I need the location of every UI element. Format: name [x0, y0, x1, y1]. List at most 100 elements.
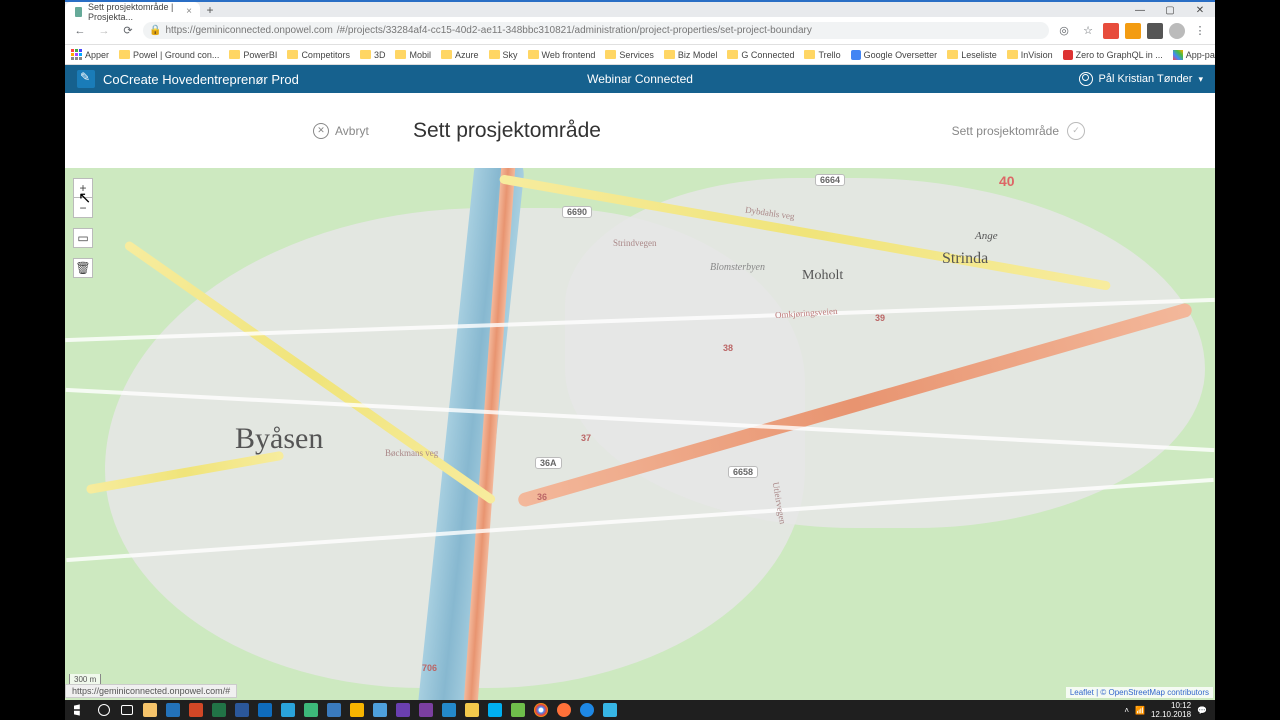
browser-status-bar: https://geminiconnected.onpowel.com/#	[65, 684, 237, 698]
system-tray[interactable]: ˄ 📶 10:12 12.10.2018 💬	[1124, 701, 1211, 719]
delete-button[interactable]: 🗑	[73, 258, 93, 278]
profile-avatar[interactable]	[1169, 23, 1185, 39]
chrome-menu-button[interactable]: ⋮	[1191, 22, 1209, 40]
road-shield: 706	[418, 663, 441, 673]
taskbar-app[interactable]	[230, 700, 253, 720]
road-shield: 39	[871, 313, 889, 323]
taskbar-app[interactable]	[598, 700, 621, 720]
extension-icon-2[interactable]	[1125, 23, 1141, 39]
tray-network-icon[interactable]: 📶	[1135, 706, 1145, 715]
nav-back-button[interactable]: ←	[71, 22, 89, 40]
nav-reload-button[interactable]: ⟳	[119, 22, 137, 40]
map-tiles[interactable]: Byåsen Moholt Strinda Ange Blomsterbyen …	[65, 168, 1215, 700]
tab-favicon	[75, 7, 82, 17]
bookmark-item[interactable]: PowerBI	[229, 50, 277, 60]
taskbar-app[interactable]	[253, 700, 276, 720]
app-title: CoCreate Hovedentreprenør Prod	[103, 72, 299, 87]
draw-rectangle-button[interactable]: ▭	[73, 228, 93, 248]
taskbar-app[interactable]	[391, 700, 414, 720]
new-tab-button[interactable]: +	[200, 2, 220, 17]
bookmark-item[interactable]: Google Oversetter	[851, 50, 938, 60]
zoom-out-button[interactable]: −	[73, 198, 93, 218]
extension-icon-3[interactable]	[1147, 23, 1163, 39]
taskbar-app[interactable]	[368, 700, 391, 720]
taskbar-app[interactable]	[506, 700, 529, 720]
header-center-label: Webinar Connected	[587, 72, 693, 86]
taskbar-clock[interactable]: 10:12 12.10.2018	[1151, 701, 1191, 719]
taskbar-app[interactable]	[184, 700, 207, 720]
taskbar-app[interactable]	[552, 700, 575, 720]
bookmark-item[interactable]: 3D	[360, 50, 386, 60]
taskbar-app[interactable]	[414, 700, 437, 720]
bookmark-apps[interactable]: Apper	[71, 49, 109, 60]
road-shield: 36A	[535, 457, 562, 469]
map-controls: + − ▭ 🗑	[73, 178, 93, 278]
task-view-button[interactable]	[115, 700, 138, 720]
url-path: /#/projects/33284af4-cc15-40d2-ae11-348b…	[337, 25, 812, 36]
road-shield: 37	[577, 433, 595, 443]
taskbar-app[interactable]	[575, 700, 598, 720]
bookmark-item[interactable]: Web frontend	[528, 50, 596, 60]
road-shield: 6658	[728, 466, 758, 478]
taskbar-app[interactable]	[345, 700, 368, 720]
taskbar-app[interactable]	[460, 700, 483, 720]
road-shield: 38	[719, 343, 737, 353]
url-input[interactable]: 🔒 https://geminiconnected.onpowel.com/#/…	[143, 22, 1049, 39]
bookmark-item[interactable]: Leseliste	[947, 50, 997, 60]
close-circle-icon: ✕	[313, 123, 329, 139]
app-logo-icon	[77, 70, 95, 88]
bookmark-item[interactable]: Zero to GraphQL in ...	[1063, 50, 1163, 60]
road-shield: 6690	[562, 206, 592, 218]
taskbar-app[interactable]	[161, 700, 184, 720]
bookmark-item[interactable]: Biz Model	[664, 50, 718, 60]
zoom-in-button[interactable]: +	[73, 178, 93, 198]
bookmark-item[interactable]: Competitors	[287, 50, 350, 60]
taskbar-app[interactable]	[483, 700, 506, 720]
taskbar-app[interactable]	[138, 700, 161, 720]
leaflet-link[interactable]: Leaflet	[1070, 688, 1094, 697]
notifications-icon[interactable]: 💬	[1197, 706, 1207, 715]
taskbar-app[interactable]	[276, 700, 299, 720]
site-info-icon[interactable]: ◎	[1055, 22, 1073, 40]
confirm-button[interactable]: Sett prosjektområde ✓	[952, 122, 1085, 140]
cancel-button[interactable]: ✕ Avbryt	[313, 123, 369, 139]
bookmark-item[interactable]: Trello	[804, 50, 840, 60]
taskbar-app[interactable]	[322, 700, 345, 720]
tab-close-icon[interactable]: ×	[186, 6, 192, 17]
browser-tab[interactable]: Sett prosjektområde | Prosjekta... ×	[65, 2, 200, 19]
map-label-bockmans: Bøckmans veg	[385, 448, 438, 458]
extension-icon-1[interactable]	[1103, 23, 1119, 39]
bookmark-item[interactable]: Powel | Ground con...	[119, 50, 219, 60]
taskbar-app[interactable]	[207, 700, 230, 720]
map-label-moholt: Moholt	[802, 268, 843, 284]
user-menu[interactable]: Pål Kristian Tønder ▾	[1079, 72, 1203, 86]
bookmark-item[interactable]: G Connected	[727, 50, 794, 60]
bookmark-item[interactable]: Sky	[489, 50, 518, 60]
map-label-byasen: Byåsen	[235, 422, 323, 456]
user-name: Pål Kristian Tønder	[1099, 73, 1193, 85]
nav-forward-button[interactable]: →	[95, 22, 113, 40]
map-label-strinda: Strinda	[942, 250, 988, 268]
start-button[interactable]	[69, 700, 92, 720]
tray-chevron-icon[interactable]: ˄	[1124, 706, 1129, 715]
map-container[interactable]: Byåsen Moholt Strinda Ange Blomsterbyen …	[65, 168, 1215, 700]
bookmark-item[interactable]: App-passord	[1173, 50, 1215, 60]
bookmark-star-icon[interactable]: ☆	[1079, 22, 1097, 40]
chevron-down-icon: ▾	[1198, 74, 1203, 85]
map-attribution: Leaflet | © OpenStreetMap contributors	[1066, 687, 1213, 698]
road-shield: 6664	[815, 174, 845, 186]
page-toolbar: ✕ Avbryt Sett prosjektområde Sett prosje…	[65, 93, 1215, 168]
taskbar-app[interactable]	[437, 700, 460, 720]
taskbar-app[interactable]	[529, 700, 552, 720]
bookmark-item[interactable]: Mobil	[395, 50, 431, 60]
cortana-button[interactable]	[92, 700, 115, 720]
check-circle-icon: ✓	[1067, 122, 1085, 140]
bookmark-item[interactable]: Azure	[441, 50, 479, 60]
bookmark-item[interactable]: InVision	[1007, 50, 1053, 60]
window-maximize-button[interactable]: ▢	[1155, 2, 1185, 17]
taskbar-app[interactable]	[299, 700, 322, 720]
osm-link[interactable]: OpenStreetMap contributors	[1109, 688, 1210, 697]
window-close-button[interactable]: ✕	[1185, 2, 1215, 17]
bookmark-item[interactable]: Services	[605, 50, 654, 60]
window-minimize-button[interactable]: —	[1125, 2, 1155, 17]
